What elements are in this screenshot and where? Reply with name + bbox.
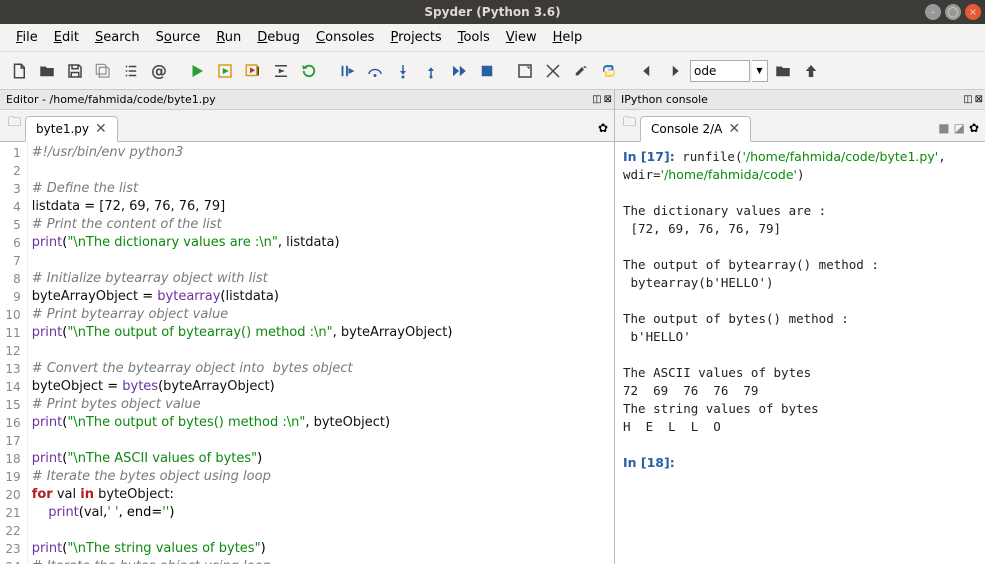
panel-undock-icon[interactable]: ◫ xyxy=(963,94,972,105)
editor-panel-title: Editor - /home/fahmida/code/byte1.py xyxy=(6,93,216,106)
window-minimize-icon[interactable]: – xyxy=(925,4,941,20)
run-cell-icon[interactable] xyxy=(212,58,238,84)
browse-dir-icon[interactable] xyxy=(770,58,796,84)
preferences-icon[interactable] xyxy=(568,58,594,84)
menu-view[interactable]: View xyxy=(498,30,545,45)
fullscreen-icon[interactable] xyxy=(540,58,566,84)
menu-debug[interactable]: Debug xyxy=(249,30,308,45)
open-file-icon[interactable] xyxy=(34,58,60,84)
menu-tools[interactable]: Tools xyxy=(450,30,498,45)
console-output[interactable]: In [17]: runfile('/home/fahmida/code/byt… xyxy=(615,142,985,564)
editor-code-area[interactable]: #!/usr/bin/env python3# Define the listl… xyxy=(28,142,614,564)
working-dir-input[interactable] xyxy=(690,60,750,82)
nav-back-icon[interactable] xyxy=(634,58,660,84)
panel-close-icon[interactable]: ⊠ xyxy=(604,94,612,105)
python-path-icon[interactable] xyxy=(596,58,622,84)
console-options-icon[interactable]: ✿ xyxy=(969,121,979,135)
menu-file[interactable]: File xyxy=(8,30,46,45)
menu-run[interactable]: Run xyxy=(208,30,249,45)
menu-edit[interactable]: Edit xyxy=(46,30,87,45)
menu-source[interactable]: Source xyxy=(148,30,209,45)
step-into-icon[interactable] xyxy=(390,58,416,84)
window-close-icon[interactable]: × xyxy=(965,4,981,20)
console-panel-header: IPython console ◫ ⊠ xyxy=(615,90,985,110)
run-selection-icon[interactable] xyxy=(268,58,294,84)
console-clear-icon[interactable]: ◪ xyxy=(954,121,965,135)
editor-gutter: 1234567891011121314151617181920212223242… xyxy=(0,142,28,564)
menu-search[interactable]: Search xyxy=(87,30,148,45)
window-titlebar: Spyder (Python 3.6) – ◯ × xyxy=(0,0,985,24)
maximize-pane-icon[interactable] xyxy=(512,58,538,84)
rerun-icon[interactable] xyxy=(296,58,322,84)
editor-tab-label: byte1.py xyxy=(36,122,89,136)
window-maximize-icon[interactable]: ◯ xyxy=(945,4,961,20)
menu-consoles[interactable]: Consoles xyxy=(308,30,382,45)
run-cell-advance-icon[interactable] xyxy=(240,58,266,84)
editor-panel-header: Editor - /home/fahmida/code/byte1.py ◫ ⊠ xyxy=(0,90,614,110)
list-icon[interactable] xyxy=(118,58,144,84)
menu-help[interactable]: Help xyxy=(545,30,591,45)
editor-panel: Editor - /home/fahmida/code/byte1.py ◫ ⊠… xyxy=(0,90,615,564)
continue-icon[interactable] xyxy=(446,58,472,84)
file-browser-icon[interactable]: 🗀 xyxy=(8,115,21,130)
menu-projects[interactable]: Projects xyxy=(382,30,449,45)
editor-body[interactable]: 1234567891011121314151617181920212223242… xyxy=(0,142,614,564)
console-panel-title: IPython console xyxy=(621,93,708,106)
step-out-icon[interactable] xyxy=(418,58,444,84)
step-over-icon[interactable] xyxy=(362,58,388,84)
parent-dir-icon[interactable] xyxy=(798,58,824,84)
editor-tab-close-icon[interactable]: ✕ xyxy=(95,121,107,137)
run-file-icon[interactable] xyxy=(184,58,210,84)
editor-tab[interactable]: byte1.py ✕ xyxy=(25,116,118,142)
editor-options-icon[interactable]: ✿ xyxy=(598,121,608,135)
at-symbol-icon[interactable]: @ xyxy=(146,58,172,84)
working-dir-dropdown-icon[interactable]: ▼ xyxy=(752,60,768,82)
console-tab-close-icon[interactable]: ✕ xyxy=(728,121,740,137)
nav-forward-icon[interactable] xyxy=(662,58,688,84)
debug-icon[interactable] xyxy=(334,58,360,84)
console-panel: IPython console ◫ ⊠ 🗀 Console 2/A ✕ ■ ◪ … xyxy=(615,90,985,564)
panel-close-icon[interactable]: ⊠ xyxy=(975,94,983,105)
console-tab[interactable]: Console 2/A ✕ xyxy=(640,116,751,142)
console-tab-bar: 🗀 Console 2/A ✕ ■ ◪ ✿ xyxy=(615,110,985,142)
main-toolbar: @ ▼ xyxy=(0,52,985,90)
save-all-icon[interactable] xyxy=(90,58,116,84)
save-file-icon[interactable] xyxy=(62,58,88,84)
window-title: Spyder (Python 3.6) xyxy=(0,5,985,19)
stop-debug-icon[interactable] xyxy=(474,58,500,84)
console-stop-icon[interactable]: ■ xyxy=(938,121,949,135)
console-tab-label: Console 2/A xyxy=(651,122,722,136)
console-list-icon[interactable]: 🗀 xyxy=(623,115,636,130)
menubar: FileEditSearchSourceRunDebugConsolesProj… xyxy=(0,24,985,52)
new-file-icon[interactable] xyxy=(6,58,32,84)
editor-tab-bar: 🗀 byte1.py ✕ ✿ xyxy=(0,110,614,142)
panel-undock-icon[interactable]: ◫ xyxy=(592,94,601,105)
